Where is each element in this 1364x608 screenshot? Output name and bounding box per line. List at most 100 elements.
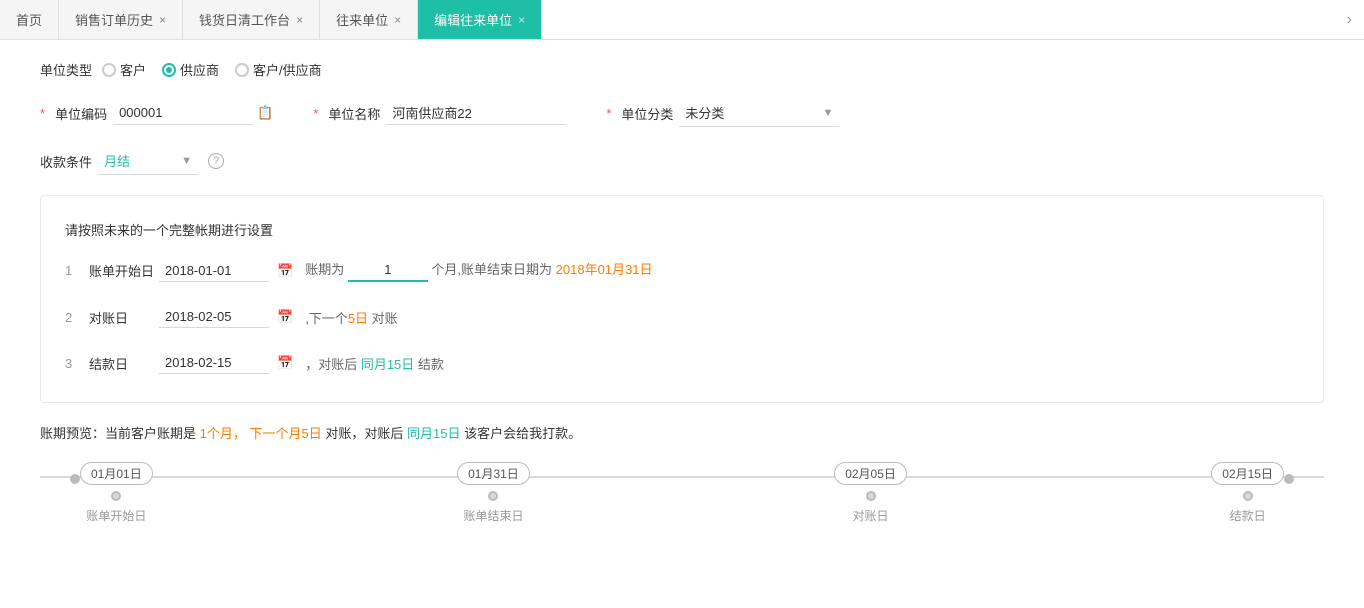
timeline-dot-4 [1243,491,1253,501]
section-box: 请按照未来的一个完整帐期进行设置 1 账单开始日 📅 账期为 个月,账单结束日期… [40,195,1324,403]
tab-partner-unit-label: 往来单位 [336,10,388,29]
timeline-label-4: 结款日 [1230,507,1266,524]
tab-home-label: 首页 [16,10,42,29]
tab-cash-work-close[interactable]: × [296,13,303,27]
row-desc-1: 账期为 个月,账单结束日期为 2018年01月31日 [305,259,652,282]
preview-end: 该客户会给我打款。 [464,426,581,441]
radio-customer-supplier-label: 客户/供应商 [253,60,322,79]
timeline-badge-4: 02月15日 [1211,462,1284,485]
date-input-3[interactable] [159,352,269,374]
unit-type-label: 单位类型 [40,60,92,79]
timeline-container: 01月01日 账单开始日 01月31日 账单结束日 02月05日 对账日 [40,462,1324,524]
timeline-item-3: 02月05日 对账日 [834,462,907,524]
tabs-bar: 首页 销售订单历史 × 钱货日清工作台 × 往来单位 × 编辑往来单位 × › [0,0,1364,40]
period-input[interactable] [348,259,428,282]
date-input-wrap-1: 📅 [159,260,293,282]
timeline-label-2: 账单结束日 [463,507,523,524]
unit-code-star: * [40,106,45,121]
row-num-1: 1 [65,263,89,278]
radio-customer-supplier-circle [235,63,249,77]
tab-cash-work[interactable]: 钱货日清工作台 × [183,0,320,39]
preview-reconcile: 下一个月5日 [250,426,322,441]
row-desc-3: ，对账后 同月15日 结款 [305,354,444,373]
unit-code-group: * 单位编码 📋 [40,101,273,125]
timeline-dot-3 [866,491,876,501]
calendar-icon-3[interactable]: 📅 [277,355,293,371]
preview-period: 1个月， [200,426,246,441]
tab-edit-partner-close[interactable]: × [518,13,525,27]
timeline-label-1: 账单开始日 [86,507,146,524]
timeline-item-4: 02月15日 结款日 [1211,462,1284,524]
unit-category-label: 单位分类 [621,104,673,123]
unit-code-icon[interactable]: 📋 [257,105,273,121]
section-title: 请按照未来的一个完整帐期进行设置 [65,220,1299,239]
radio-customer[interactable]: 客户 [102,60,146,79]
main-content: 单位类型 客户 供应商 客户/供应商 * 单位编码 📋 [0,40,1364,608]
radio-supplier-label: 供应商 [180,60,219,79]
unit-category-value: 未分类 [685,103,724,122]
timeline-badge-2: 01月31日 [457,462,530,485]
unit-code-input-wrap: 📋 [113,101,273,125]
setting-row-3: 3 结款日 📅 ，对账后 同月15日 结款 [65,352,1299,374]
preview-section: 账期预览：当前客户账期是 1个月， 下一个月5日 对账，对账后 同月15日 该客… [40,423,1324,524]
tab-partner-unit-close[interactable]: × [394,13,401,27]
tab-more-button[interactable]: › [1335,0,1364,39]
tab-edit-partner[interactable]: 编辑往来单位 × [418,0,542,39]
setting-row-1: 1 账单开始日 📅 账期为 个月,账单结束日期为 2018年01月31日 [65,259,1299,282]
radio-supplier[interactable]: 供应商 [162,60,219,79]
collect-row: 收款条件 月结 ▼ ? [40,147,1324,175]
row-field-label-1: 账单开始日 [89,261,159,280]
timeline-label-3: 对账日 [853,507,889,524]
unit-category-chevron: ▼ [823,107,834,119]
tab-sales-history-close[interactable]: × [159,13,166,27]
timeline-start-dot [70,474,80,484]
timeline-badge-1: 01月01日 [80,462,153,485]
collect-label: 收款条件 [40,152,92,171]
calendar-icon-2[interactable]: 📅 [277,309,293,325]
calendar-icon-1[interactable]: 📅 [277,263,293,279]
preview-payment: 同月15日 [407,426,460,441]
radio-customer-label: 客户 [120,60,146,79]
setting-row-2: 2 对账日 📅 ,下一个5日 对账 [65,306,1299,328]
unit-name-input[interactable] [386,101,566,125]
row-num-3: 3 [65,356,89,371]
tab-home[interactable]: 首页 [0,0,59,39]
timeline-end-dot [1284,474,1294,484]
date-input-wrap-3: 📅 [159,352,293,374]
unit-code-input[interactable] [113,101,253,125]
date-input-2[interactable] [159,306,269,328]
unit-type-radio-group: 客户 供应商 客户/供应商 [102,60,322,79]
date-input-1[interactable] [159,260,269,282]
timeline-item-2: 01月31日 账单结束日 [457,462,530,524]
unit-category-star: * [606,106,611,121]
preview-middle: 对账，对账后 [325,426,403,441]
timeline-item-1: 01月01日 账单开始日 [80,462,153,524]
timeline-dot-1 [111,491,121,501]
radio-customer-supplier[interactable]: 客户/供应商 [235,60,322,79]
preview-text: 账期预览：当前客户账期是 1个月， 下一个月5日 对账，对账后 同月15日 该客… [40,423,1324,442]
end-date-highlight: 2018年01月31日 [556,262,653,277]
reconcile-day-highlight: 5日 [348,311,368,326]
timeline-dot-2 [488,491,498,501]
collect-chevron: ▼ [181,155,192,167]
row-field-label-3: 结款日 [89,354,159,373]
timeline-badge-3: 02月05日 [834,462,907,485]
tab-partner-unit[interactable]: 往来单位 × [320,0,418,39]
tab-sales-history[interactable]: 销售订单历史 × [59,0,183,39]
unit-code-label: 单位编码 [55,104,107,123]
unit-name-label: 单位名称 [328,104,380,123]
tab-sales-history-label: 销售订单历史 [75,10,153,29]
preview-label: 账期预览：当前客户账期是 [40,426,196,441]
row-desc-2: ,下一个5日 对账 [305,308,397,327]
unit-category-select[interactable]: 未分类 ▼ [679,99,839,127]
collect-help-icon[interactable]: ? [208,153,224,169]
unit-info-row: * 单位编码 📋 * 单位名称 * 单位分类 未分类 ▼ [40,99,1324,127]
collect-value: 月结 [104,151,130,170]
row-num-2: 2 [65,310,89,325]
unit-name-star: * [313,106,318,121]
tab-edit-partner-label: 编辑往来单位 [434,10,512,29]
tab-cash-work-label: 钱货日清工作台 [199,10,290,29]
date-input-wrap-2: 📅 [159,306,293,328]
collect-select[interactable]: 月结 ▼ [98,147,198,175]
radio-supplier-circle [162,63,176,77]
